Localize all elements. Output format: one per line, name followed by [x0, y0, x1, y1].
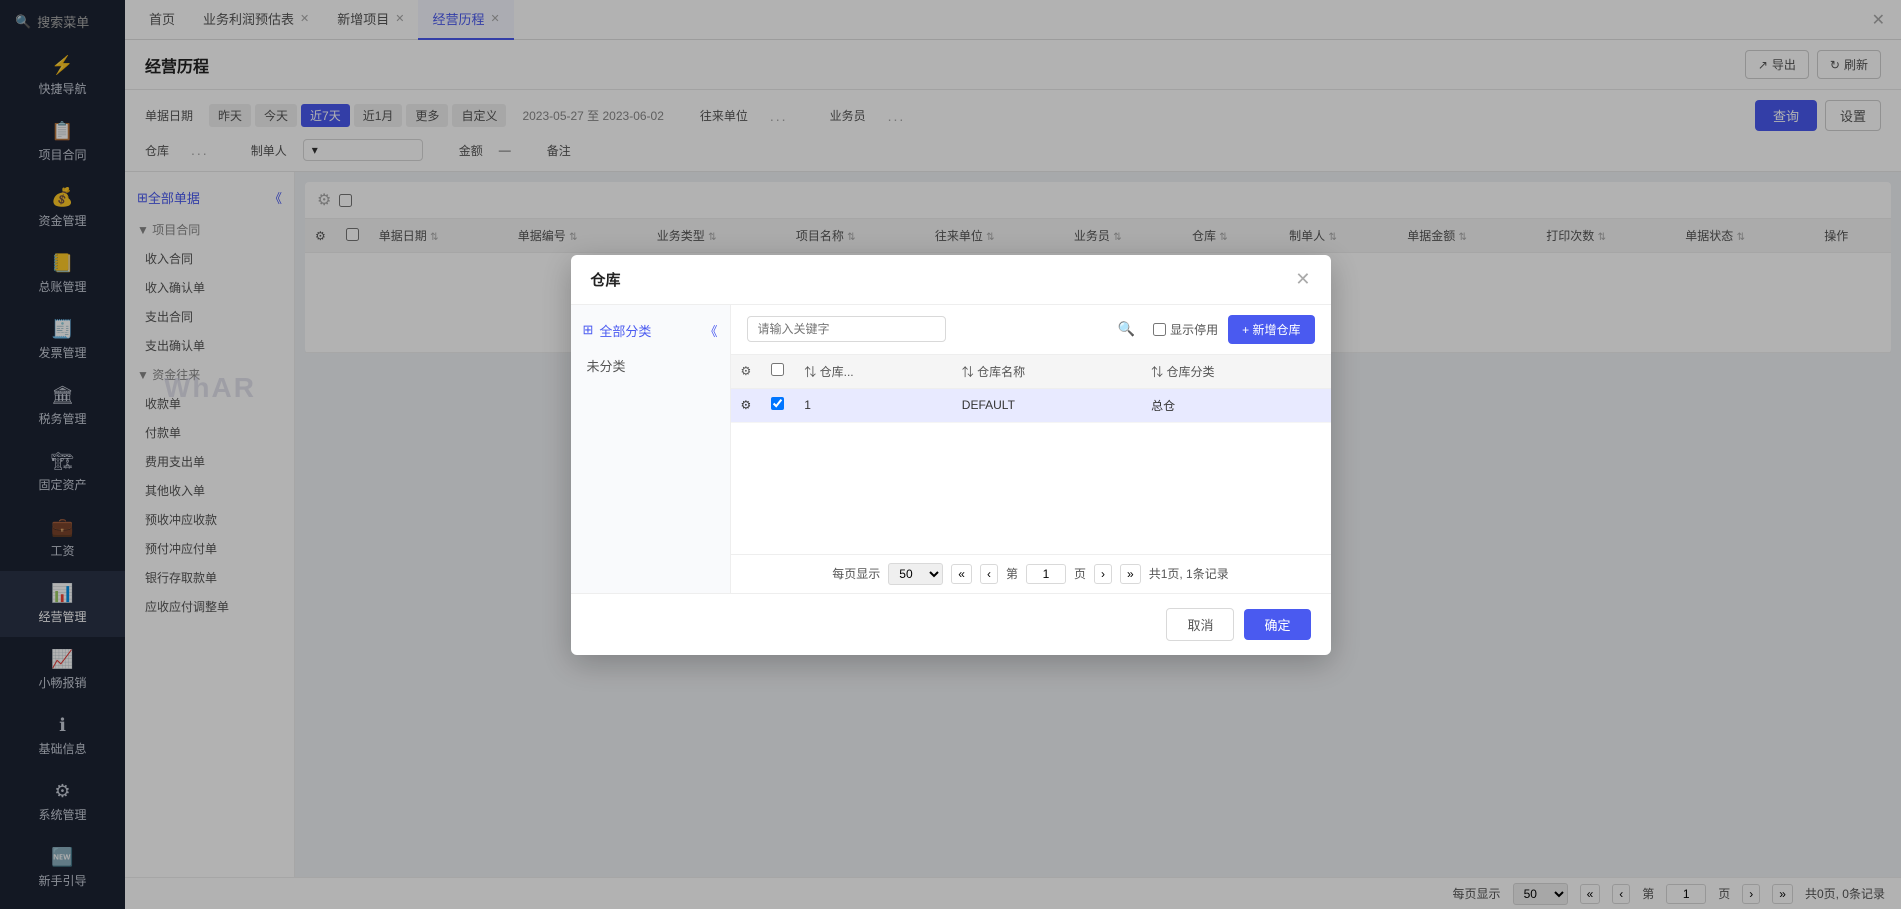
modal-th-checkbox[interactable]: [761, 355, 794, 389]
modal-close-button[interactable]: ✕: [1295, 269, 1310, 290]
modal-left-panel: ⊞ 全部分类 《 未分类: [571, 305, 731, 593]
modal-show-disabled-label[interactable]: 显示停用: [1153, 321, 1218, 338]
modal-total-info: 共1页, 1条记录: [1149, 565, 1229, 582]
modal-th-settings[interactable]: ⚙: [731, 355, 762, 389]
modal-first-page[interactable]: «: [951, 564, 972, 584]
modal-toolbar: 🔍 显示停用 + 新增仓库: [731, 305, 1331, 355]
modal-cat-icon: ⊞: [583, 322, 594, 338]
modal-search-input[interactable]: [747, 316, 946, 342]
modal-row-code: DEFAULT: [952, 388, 1141, 422]
modal-page-size-select[interactable]: 50 100: [888, 563, 943, 585]
modal-table-header: ⚙ ⇅ 仓库... ⇅ 仓库名称 ⇅: [731, 355, 1331, 389]
modal-th-category: ⇅ 仓库分类: [1141, 355, 1330, 389]
sort-icon-cat: ⇅: [1151, 365, 1163, 379]
modal-body: ⊞ 全部分类 《 未分类 🔍 显示停用 + 新增仓库: [571, 305, 1331, 593]
modal-footer: 取消 确定: [571, 593, 1331, 655]
modal-page-label-pre: 第: [1006, 565, 1018, 582]
modal-last-page[interactable]: »: [1120, 564, 1141, 584]
modal-row-name: 总仓: [1141, 388, 1330, 422]
modal-next-page[interactable]: ›: [1094, 564, 1112, 584]
modal-table-area: ⚙ ⇅ 仓库... ⇅ 仓库名称 ⇅: [731, 355, 1331, 554]
add-warehouse-button[interactable]: + 新增仓库: [1228, 315, 1314, 344]
modal-pagination: 每页显示 50 100 « ‹ 第 页 › » 共1页, 1条记录: [731, 554, 1331, 593]
modal-confirm-button[interactable]: 确定: [1244, 609, 1310, 640]
modal-page-size-label: 每页显示: [832, 565, 880, 582]
sort-icon-code: ⇅: [804, 365, 816, 379]
modal-cat-collapse[interactable]: 《: [704, 321, 717, 340]
modal-page-input[interactable]: [1026, 564, 1066, 584]
modal-th-code: ⇅ 仓库...: [794, 355, 952, 389]
modal-cat-label: 全部分类: [599, 321, 651, 340]
warehouse-modal: 仓库 ✕ ⊞ 全部分类 《 未分类 🔍 显示停用 +: [571, 255, 1331, 655]
modal-show-disabled-checkbox[interactable]: [1153, 323, 1166, 336]
modal-category-header[interactable]: ⊞ 全部分类 《: [571, 313, 730, 348]
modal-th-name: ⇅ 仓库名称: [952, 355, 1141, 389]
modal-row-checkbox[interactable]: [761, 388, 794, 422]
row-settings-icon: ⚙: [741, 398, 752, 412]
modal-prev-page[interactable]: ‹: [980, 564, 998, 584]
modal-row-id: 1: [794, 388, 952, 422]
modal-table: ⚙ ⇅ 仓库... ⇅ 仓库名称 ⇅: [731, 355, 1331, 423]
sort-icon-name: ⇅: [962, 365, 974, 379]
modal-search-icon: 🔍: [1118, 321, 1135, 338]
modal-page-label: 页: [1074, 565, 1086, 582]
modal-title: 仓库: [591, 269, 621, 290]
modal-show-disabled-text: 显示停用: [1170, 321, 1218, 338]
modal-header: 仓库 ✕: [571, 255, 1331, 305]
modal-search-wrap: 🔍: [747, 316, 1144, 342]
modal-category-unclassified[interactable]: 未分类: [571, 348, 730, 383]
modal-row-checkbox-input[interactable]: [771, 397, 784, 410]
modal-row-settings[interactable]: ⚙: [731, 388, 762, 422]
modal-select-all[interactable]: [771, 363, 784, 376]
modal-cancel-button[interactable]: 取消: [1166, 608, 1234, 641]
modal-table-row[interactable]: ⚙ 1 DEFAULT 总仓: [731, 388, 1331, 422]
modal-right-panel: 🔍 显示停用 + 新增仓库 ⚙ ⇅: [731, 305, 1331, 593]
